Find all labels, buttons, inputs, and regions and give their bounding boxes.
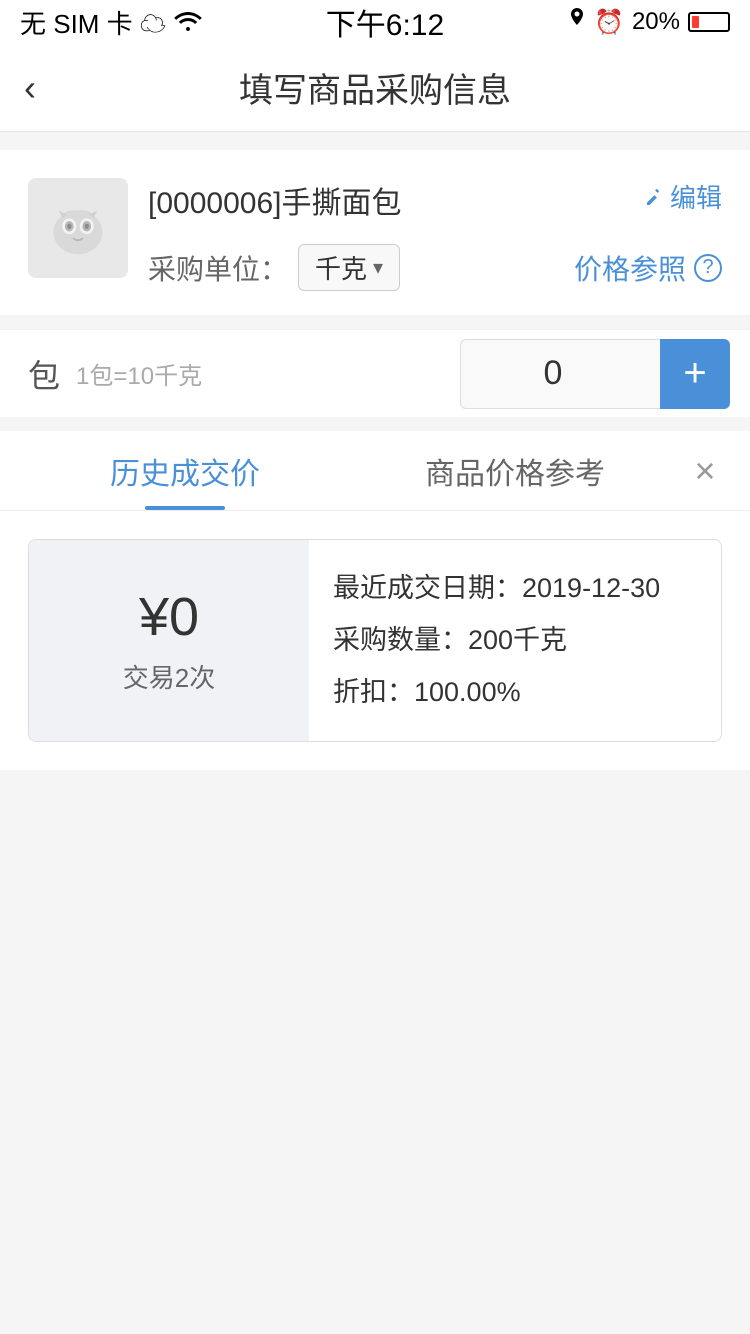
tab-product-label: 商品价格参考 (425, 449, 605, 493)
page-header: ‹ 填写商品采购信息 (0, 44, 750, 132)
price-ref-button[interactable]: 价格参照 ? (574, 248, 722, 288)
last-deal-date-value: 2019-12-30 (522, 573, 660, 603)
tab-section: 历史成交价 商品价格参考 × ¥0 交易2次 (0, 431, 750, 770)
battery-icon (688, 12, 730, 32)
tab-history-price[interactable]: 历史成交价 (20, 431, 350, 510)
last-deal-date-label: 最近成交日期： (333, 573, 522, 603)
price-amount: ¥0 (139, 586, 199, 648)
chevron-down-icon: ▾ (373, 255, 383, 280)
question-icon: ? (694, 254, 722, 282)
quantity-section: 包 1包=10千克 + (0, 329, 750, 417)
price-content: ¥0 交易2次 最近成交日期：2019-12-30 采购数量：200千克 折扣：… (0, 511, 750, 770)
product-image (28, 178, 128, 278)
unit-value: 千克 (315, 249, 367, 286)
price-card-left: ¥0 交易2次 (29, 540, 309, 741)
unit-select[interactable]: 千克 ▾ (298, 244, 400, 291)
product-info: [0000006]手撕面包 编辑 采购单位： 千克 ▾ (148, 178, 722, 291)
battery-percent: 20% (632, 8, 680, 36)
quantity-input[interactable] (460, 339, 660, 409)
product-card: [0000006]手撕面包 编辑 采购单位： 千克 ▾ (0, 150, 750, 315)
tab-history-label: 历史成交价 (110, 449, 260, 493)
discount-row: 折扣：100.00% (333, 674, 697, 712)
quantity-unit-hint: 1包=10千克 (76, 356, 202, 391)
status-bar: 无 SIM 卡 ☁ 下午6:12 ⏰ 20% (0, 0, 750, 44)
status-left: 无 SIM 卡 ☁ (20, 4, 202, 41)
wifi-icon (174, 7, 202, 38)
quantity-unit-badge: 包 (28, 351, 60, 397)
tab-header: 历史成交价 商品价格参考 × (0, 431, 750, 511)
discount-label: 折扣： (333, 677, 414, 707)
location-icon (568, 8, 586, 37)
product-name: [0000006]手撕面包 (148, 178, 401, 222)
back-button[interactable]: ‹ (24, 67, 36, 109)
tab-active-indicator (145, 506, 225, 510)
purchase-qty-value: 200千克 (468, 625, 567, 655)
last-deal-date-row: 最近成交日期：2019-12-30 (333, 570, 697, 608)
status-right: ⏰ 20% (568, 8, 730, 37)
alarm-icon: ⏰ (594, 8, 624, 37)
edit-button[interactable]: 编辑 (644, 178, 722, 215)
tab-product-price[interactable]: 商品价格参考 (350, 431, 680, 510)
close-icon: × (694, 450, 715, 492)
purchase-qty-label: 采购数量： (333, 625, 468, 655)
currency-symbol: ¥ (139, 587, 169, 647)
price-transactions: 交易2次 (123, 658, 215, 695)
no-sim-text: 无 SIM 卡 ☁ (20, 4, 166, 41)
price-card-right: 最近成交日期：2019-12-30 采购数量：200千克 折扣：100.00% (309, 540, 721, 741)
price-ref-label: 价格参照 (574, 248, 686, 288)
status-time: 下午6:12 (326, 0, 444, 44)
discount-value: 100.00% (414, 677, 521, 707)
amount-value: 0 (169, 587, 199, 647)
close-button[interactable]: × (680, 446, 730, 496)
price-card: ¥0 交易2次 最近成交日期：2019-12-30 采购数量：200千克 折扣：… (28, 539, 722, 742)
purchase-unit-label: 采购单位： (148, 248, 288, 288)
page-title: 填写商品采购信息 (239, 63, 511, 112)
purchase-qty-row: 采购数量：200千克 (333, 622, 697, 660)
quantity-plus-button[interactable]: + (660, 339, 730, 409)
